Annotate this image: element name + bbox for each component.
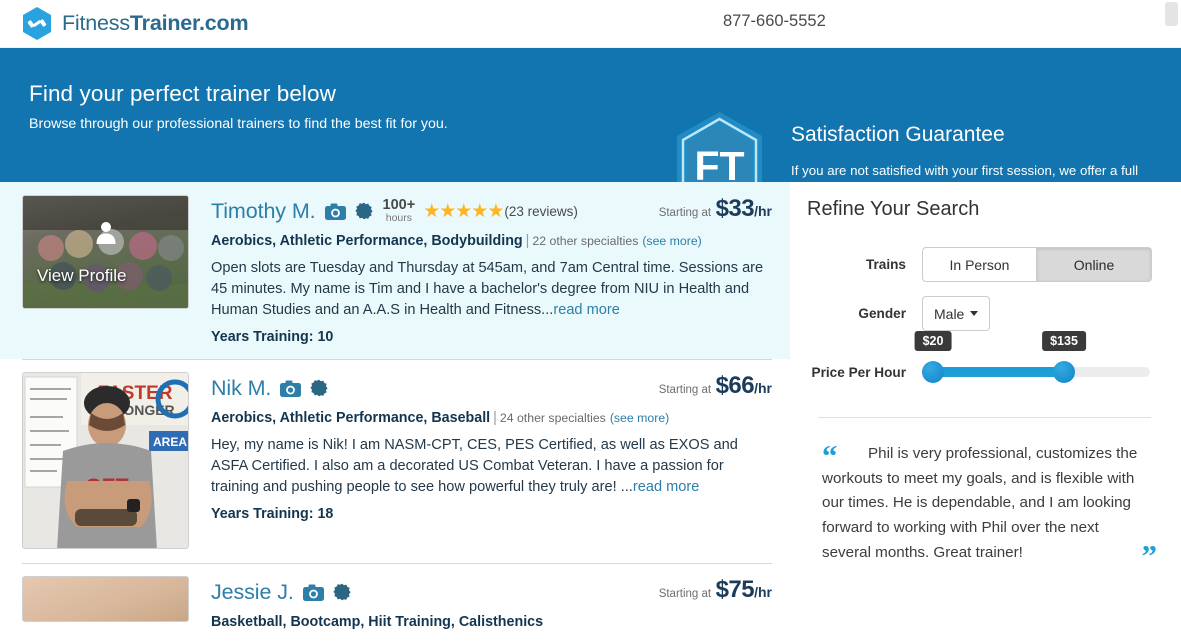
description-text: Open slots are Tuesday and Thursday at 5…	[211, 260, 764, 318]
gender-value: Male	[934, 305, 965, 322]
trainer-listing-card[interactable]: View Profile Timothy M. 100+ hours ★★★★★…	[0, 182, 790, 359]
specialties-other-count: 22 other specialties	[532, 234, 639, 248]
trainer-info: Nik M. Starting at $66/hr Aerobics, Athl…	[189, 372, 772, 549]
specialties-separator: |	[525, 233, 530, 249]
specialties-other-count: 24 other specialties	[499, 411, 606, 425]
slider-handle-min[interactable]	[922, 361, 944, 383]
hours-label: hours	[385, 212, 412, 225]
camera-icon[interactable]	[302, 584, 324, 601]
trainer-info: Jessie J. Starting at $75/hr Basketball,…	[189, 576, 772, 630]
see-more-specialties-link[interactable]: (see more)	[642, 234, 701, 248]
trainer-listing-card[interactable]: Jessie J. Starting at $75/hr Basketball,…	[0, 563, 790, 644]
main-content: View Profile Timothy M. 100+ hours ★★★★★…	[0, 182, 1181, 634]
filter-row-price: Price Per Hour $20 $135	[804, 331, 1163, 383]
phone-number[interactable]: 877-660-5552	[723, 12, 826, 31]
hours-count: 100+	[382, 197, 416, 214]
trainer-photo[interactable]: View Profile	[22, 195, 189, 309]
view-profile-overlay[interactable]: View Profile	[23, 196, 188, 308]
price-max-bubble: $135	[1042, 331, 1086, 351]
read-more-link[interactable]: read more	[553, 302, 620, 318]
svg-text:AREA: AREA	[153, 435, 187, 449]
chevron-down-icon	[970, 311, 979, 316]
guarantee-text: If you are not satisfied with your first…	[791, 163, 1139, 178]
slider-handle-max[interactable]	[1053, 361, 1075, 383]
years-training: Years Training: 10	[211, 329, 334, 345]
testimonial-text: Phil is very professional, customizes th…	[822, 445, 1138, 561]
price-block: Starting at $75/hr	[659, 576, 772, 604]
price-min-bubble: $20	[914, 331, 952, 351]
view-profile-label: View Profile	[37, 265, 127, 285]
hero-title: Find your perfect trainer below	[29, 81, 336, 106]
years-training: Years Training: 18	[211, 506, 334, 522]
price-prefix: Starting at	[658, 588, 712, 600]
specialties-main: Aerobics, Athletic Performance, Baseball	[211, 410, 491, 426]
hero-banner: Find your perfect trainer below Browse t…	[0, 48, 1181, 182]
read-more-link[interactable]: read more	[633, 479, 700, 495]
hero-left-block: Find your perfect trainer below Browse t…	[29, 81, 649, 135]
price-prefix: Starting at	[658, 207, 712, 219]
specialties-separator: |	[493, 410, 497, 426]
specialties-main: Aerobics, Athletic Performance, Bodybuil…	[211, 233, 523, 249]
price-block: Starting at $33/hr	[659, 195, 772, 223]
trainer-description: Open slots are Tuesday and Thursday at 5…	[211, 258, 764, 321]
trainer-info: Timothy M. 100+ hours ★★★★★ (23 reviews)…	[189, 195, 772, 345]
price-unit: /hr	[754, 203, 772, 219]
site-header: FitnessTrainer.com 877-660-5552	[0, 0, 1181, 48]
trainer-description: Hey, my name is Nik! I am NASM-CPT, CES,…	[211, 435, 764, 498]
testimonial-block: “ Phil is very professional, customizes …	[822, 438, 1157, 574]
logo-text-bold: Trainer.com	[129, 11, 249, 35]
trainer-name-link[interactable]: Jessie J.	[211, 580, 294, 605]
price-unit: /hr	[754, 380, 772, 396]
price-prefix: Starting at	[658, 384, 712, 396]
price-label: Price Per Hour	[811, 364, 906, 380]
training-hours-badge: 100+ hours	[383, 198, 416, 223]
camera-icon[interactable]	[324, 203, 346, 220]
price-amount: $75	[715, 576, 755, 603]
specialties-main: Basketball, Bootcamp, Hiit Training, Cal…	[211, 614, 544, 630]
gender-dropdown[interactable]: Male	[922, 296, 991, 331]
filter-row-gender: Gender Male	[804, 296, 1163, 331]
site-logo-text: FitnessTrainer.com	[62, 11, 249, 36]
refine-search-sidebar: Refine Your Search Trains In Person Onli…	[790, 182, 1181, 634]
price-amount: $33	[715, 195, 755, 222]
guarantee-badge-icon: FT GUARANTEE	[672, 110, 767, 182]
see-more-specialties-link[interactable]: (see more)	[610, 411, 669, 425]
site-logo[interactable]: FitnessTrainer.com	[22, 7, 249, 40]
filter-row-trains: Trains In Person Online	[804, 247, 1163, 282]
price-range-slider[interactable]: $20 $135	[914, 331, 1150, 383]
trainer-name-link[interactable]: Nik M.	[211, 376, 271, 401]
trainer-photo[interactable]: FASTER STRONGER AREA GET FIT	[22, 372, 189, 549]
svg-text:FT: FT	[694, 143, 744, 182]
specialties-row: Basketball, Bootcamp, Hiit Training, Cal…	[211, 614, 772, 630]
verified-seal-icon[interactable]	[354, 202, 373, 220]
guarantee-title: Satisfaction Guarantee	[791, 123, 1005, 146]
verified-seal-icon[interactable]	[333, 583, 351, 601]
specialties-row: Aerobics, Athletic Performance, Baseball…	[211, 410, 772, 426]
verified-seal-icon[interactable]	[310, 379, 328, 397]
price-amount: $66	[715, 372, 755, 399]
trains-toggle-group: In Person Online	[922, 247, 1152, 282]
person-silhouette-icon	[93, 219, 119, 250]
camera-icon[interactable]	[280, 380, 302, 397]
trains-option-online[interactable]: Online	[1037, 247, 1152, 282]
hero-subtitle: Browse through our professional trainers…	[29, 116, 448, 132]
star-rating: ★★★★★	[423, 200, 504, 222]
dumbbell-hexagon-icon	[22, 7, 52, 40]
trainer-listings: View Profile Timothy M. 100+ hours ★★★★★…	[0, 182, 790, 634]
sidebar-title: Refine Your Search	[807, 198, 980, 220]
scrollbar-thumb[interactable]	[1165, 2, 1178, 26]
price-unit: /hr	[754, 584, 772, 600]
logo-text-light: Fitness	[62, 11, 130, 35]
trains-option-in-person[interactable]: In Person	[922, 247, 1037, 282]
trains-label: Trains	[865, 257, 906, 272]
trainer-listing-card[interactable]: FASTER STRONGER AREA GET FIT	[0, 359, 790, 563]
trainer-name-link[interactable]: Timothy M.	[211, 199, 316, 224]
specialties-row: Aerobics, Athletic Performance, Bodybuil…	[211, 233, 772, 249]
gender-label: Gender	[858, 306, 906, 321]
guarantee-block: Satisfaction Guarantee If you are not sa…	[791, 123, 1171, 182]
price-block: Starting at $66/hr	[659, 372, 772, 400]
review-count: (23 reviews)	[504, 203, 578, 219]
sidebar-divider	[818, 417, 1151, 418]
trainer-photo[interactable]	[22, 576, 189, 622]
